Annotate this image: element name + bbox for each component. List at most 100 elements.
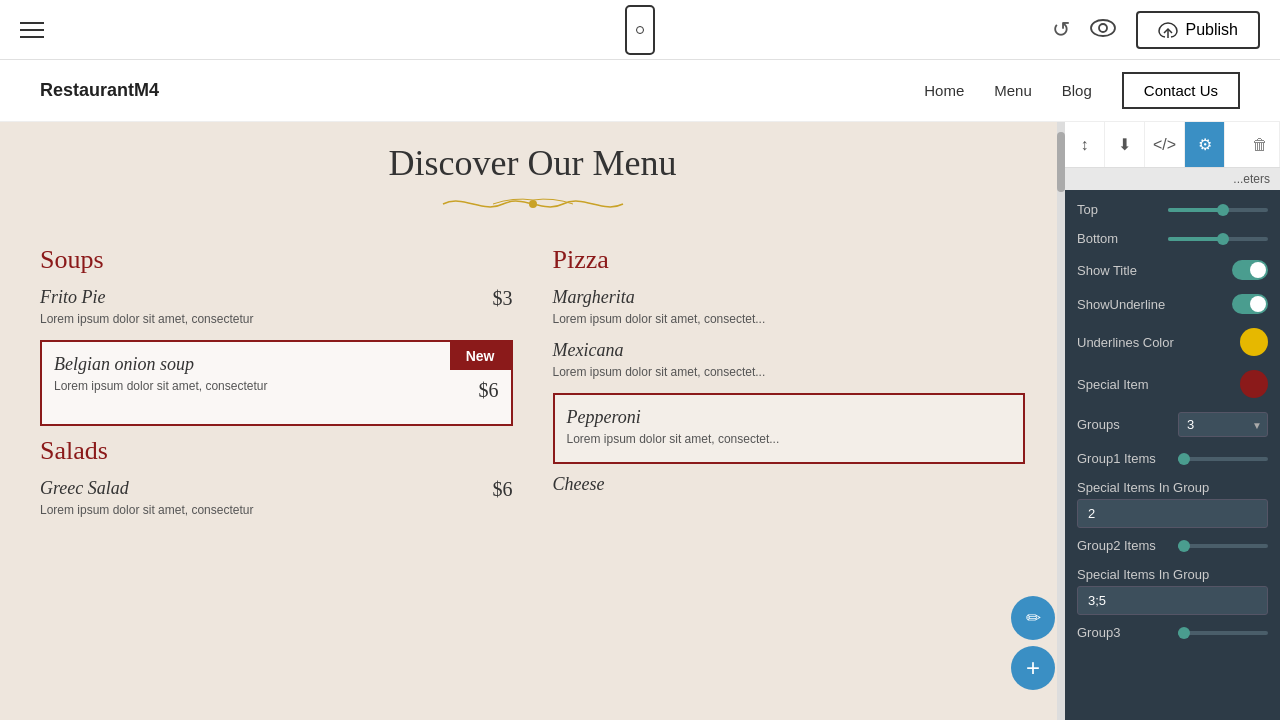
top-slider-row: Top [1077,202,1268,217]
top-slider[interactable] [1168,208,1268,212]
special-item-belgian-soup: New Belgian onion soup Lorem ipsum dolor… [40,340,513,426]
preview-icon[interactable] [1090,17,1116,43]
download-icon-btn[interactable]: ⬇ [1105,122,1145,167]
site-content: Discover Our Menu Soups Frito Pie [0,122,1065,720]
settings-icon-btn[interactable]: ⚙ [1185,122,1225,167]
top-label: Top [1077,202,1098,217]
top-toolbar: ↺ Publish [0,0,1280,60]
undo-icon[interactable]: ↺ [1052,17,1070,43]
edit-icon: ✏ [1026,607,1041,629]
nav-blog[interactable]: Blog [1062,82,1092,99]
group2-slider-thumb[interactable] [1178,540,1190,552]
add-float-button[interactable]: + [1011,646,1055,690]
menu-item-cheese: Cheese [553,474,1026,499]
special-item-color-dot[interactable] [1240,370,1268,398]
item-name-greec-salad: Greec Salad [40,478,253,499]
toolbar-left [20,22,44,38]
hamburger-icon[interactable] [20,22,44,38]
site-logo: RestaurantM4 [40,80,159,101]
group2-special-label: Special Items In Group [1077,567,1268,582]
group2-special-input[interactable]: 3;5 [1077,586,1268,615]
item-desc-belgian-soup: Lorem ipsum dolor sit amet, consectetur [54,379,267,393]
menu-item-greec-salad: Greec Salad Lorem ipsum dolor sit amet, … [40,478,513,521]
publish-label: Publish [1186,21,1238,39]
show-underline-toggle-knob [1250,296,1266,312]
special-item-row: Special Item [1077,370,1268,398]
nav-home[interactable]: Home [924,82,964,99]
group1-slider-thumb[interactable] [1178,453,1190,465]
menu-divider [40,189,1025,225]
show-title-toggle-knob [1250,262,1266,278]
site-nav-links: Home Menu Blog Contact Us [924,72,1240,109]
item-desc-mexicana: Lorem ipsum dolor sit amet, consectet... [553,365,766,379]
group2-special-items-row: Special Items In Group 3;5 [1077,567,1268,615]
menu-columns: Soups Frito Pie Lorem ipsum dolor sit am… [40,245,1025,531]
scrollbar-thumb[interactable] [1057,132,1065,192]
group1-special-label: Special Items In Group [1077,480,1268,495]
groups-row: Groups 3 1 2 4 5 [1077,412,1268,437]
item-desc-pepperoni: Lorem ipsum dolor sit amet, consectet... [567,432,1012,446]
toolbar-center [625,5,655,55]
underlines-color-label: Underlines Color [1077,335,1174,350]
salads-category: Salads [40,436,513,466]
item-price-belgian-soup: $6 [479,379,499,402]
underlines-color-row: Underlines Color [1077,328,1268,356]
item-name-mexicana: Mexicana [553,340,766,361]
item-desc-greec-salad: Lorem ipsum dolor sit amet, consectetur [40,503,253,517]
delete-icon-btn[interactable]: 🗑 [1240,122,1280,167]
group1-special-input[interactable]: 2 [1077,499,1268,528]
group3-slider-thumb[interactable] [1178,627,1190,639]
show-title-row: Show Title [1077,260,1268,280]
bottom-label: Bottom [1077,231,1118,246]
svg-point-0 [1091,20,1115,36]
contact-button[interactable]: Contact Us [1122,72,1240,109]
menu-section: Discover Our Menu Soups Frito Pie [0,122,1065,551]
bottom-slider[interactable] [1168,237,1268,241]
pizza-category: Pizza [553,245,1026,275]
special-item-pepperoni: Pepperoni Lorem ipsum dolor sit amet, co… [553,393,1026,464]
group2-items-label: Group2 Items [1077,538,1156,553]
group2-items-row: Group2 Items [1077,538,1268,553]
salads-section: Salads Greec Salad Lorem ipsum dolor sit… [40,436,513,521]
groups-select[interactable]: 3 1 2 4 5 [1178,412,1268,437]
bottom-slider-fill [1168,237,1223,241]
show-underline-label: ShowUnderline [1077,297,1165,312]
edit-float-button[interactable]: ✏ [1011,596,1055,640]
item-name-frito-pie: Frito Pie [40,287,253,308]
soups-category: Soups [40,245,513,275]
right-column: Pizza Margherita Lorem ipsum dolor sit a… [553,245,1026,531]
item-name-cheese: Cheese [553,474,605,495]
item-price-greec-salad: $6 [493,478,513,501]
group3-label: Group3 [1077,625,1120,640]
site-nav: RestaurantM4 Home Menu Blog Contact Us [0,60,1280,122]
bottom-slider-thumb[interactable] [1217,233,1229,245]
group3-slider[interactable] [1178,631,1268,635]
show-underline-toggle[interactable] [1232,294,1268,314]
groups-label: Groups [1077,417,1120,432]
toolbar-right: ↺ Publish [1052,11,1260,49]
panel-icon-bar: ↕ ⬇ </> ⚙ 🗑 [1065,122,1280,168]
item-price-frito-pie: $3 [493,287,513,310]
show-title-toggle[interactable] [1232,260,1268,280]
underlines-color-dot[interactable] [1240,328,1268,356]
top-slider-thumb[interactable] [1217,204,1229,216]
show-title-label: Show Title [1077,263,1137,278]
group2-slider[interactable] [1178,544,1268,548]
phone-device-icon[interactable] [625,5,655,55]
group3-row: Group3 [1077,625,1268,640]
parameters-label: ...eters [1065,168,1280,190]
scrollbar[interactable] [1057,122,1065,720]
special-item-label: Special Item [1077,377,1149,392]
move-icon-btn[interactable]: ↕ [1065,122,1105,167]
settings-panel: ↕ ⬇ </> ⚙ 🗑 ...eters Top Bottom [1065,122,1280,720]
show-underline-row: ShowUnderline [1077,294,1268,314]
nav-menu[interactable]: Menu [994,82,1032,99]
svg-point-1 [1099,24,1107,32]
code-icon-btn[interactable]: </> [1145,122,1185,167]
left-column: Soups Frito Pie Lorem ipsum dolor sit am… [40,245,513,531]
group1-slider[interactable] [1178,457,1268,461]
item-desc-margherita: Lorem ipsum dolor sit amet, consectet... [553,312,766,326]
main-area: Discover Our Menu Soups Frito Pie [0,122,1280,720]
group1-items-row: Group1 Items [1077,451,1268,466]
publish-button[interactable]: Publish [1136,11,1260,49]
